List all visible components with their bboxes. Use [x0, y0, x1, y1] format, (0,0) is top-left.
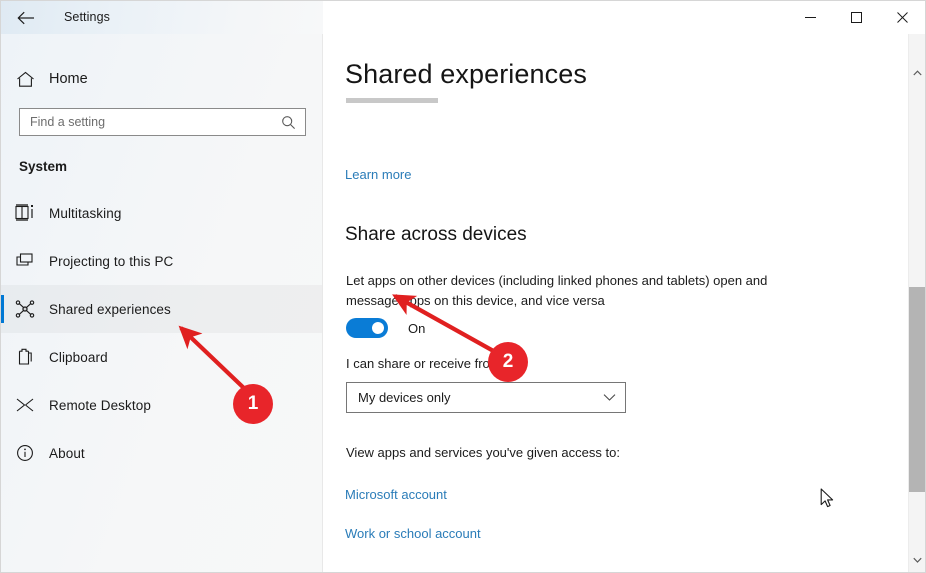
title-bar-accent — [1, 1, 323, 34]
toggle-state-label: On — [408, 320, 426, 336]
sidebar-item-home[interactable]: Home — [1, 59, 322, 99]
search-input[interactable] — [20, 109, 275, 135]
sidebar: Home System — [1, 34, 323, 572]
access-list-label: View apps and services you've given acce… — [346, 445, 620, 460]
chevron-down-icon — [912, 550, 922, 568]
work-or-school-account-link[interactable]: Work or school account — [345, 526, 481, 541]
learn-more-link[interactable]: Learn more — [345, 167, 411, 182]
page-title: Shared experiences — [345, 59, 587, 89]
multitasking-icon — [1, 204, 49, 222]
sidebar-item-label: About — [49, 445, 85, 461]
window-controls — [787, 1, 925, 33]
chevron-down-icon — [593, 393, 625, 402]
search-icon — [275, 115, 305, 130]
share-across-devices-toggle[interactable] — [346, 318, 388, 338]
sidebar-item-projecting-to-this-pc[interactable]: Projecting to this PC — [1, 237, 322, 285]
share-from-selected-value: My devices only — [358, 390, 451, 405]
chevron-up-icon — [912, 63, 922, 81]
maximize-icon — [850, 11, 862, 23]
section-heading-share-across-devices: Share across devices — [345, 224, 527, 245]
clipboard-icon — [1, 348, 49, 366]
sidebar-item-shared-experiences[interactable]: Shared experiences — [1, 285, 322, 333]
home-label: Home — [49, 71, 88, 87]
settings-window: Settings Home Find a setting System Mult… — [0, 0, 926, 573]
close-button[interactable] — [879, 1, 925, 33]
sidebar-item-remote-desktop[interactable]: Remote Desktop — [1, 381, 322, 429]
microsoft-account-link[interactable]: Microsoft account — [345, 487, 447, 502]
content-pane: Shared experiences Learn more Share acro… — [324, 34, 925, 572]
remote-desktop-icon — [1, 396, 49, 414]
scrollbar-up-button[interactable] — [909, 63, 925, 80]
sidebar-item-label: Multitasking — [49, 205, 122, 221]
app-title: Settings — [64, 10, 110, 24]
minimize-icon — [804, 12, 816, 23]
shared-experiences-icon — [1, 300, 49, 318]
sidebar-item-label: Clipboard — [49, 349, 108, 365]
back-button[interactable] — [9, 3, 43, 33]
close-icon — [896, 11, 908, 23]
projecting-icon — [1, 252, 49, 270]
sidebar-item-label: Shared experiences — [49, 301, 171, 317]
home-icon — [1, 71, 49, 88]
toggle-knob — [372, 322, 384, 334]
scrollbar-down-button[interactable] — [909, 550, 925, 567]
share-toggle-row: On — [346, 318, 425, 338]
sidebar-item-about[interactable]: About — [1, 429, 322, 477]
sidebar-item-label: Remote Desktop — [49, 397, 151, 413]
sidebar-item-label: Projecting to this PC — [49, 253, 174, 269]
scrollbar-track[interactable] — [909, 80, 925, 550]
back-arrow-icon — [17, 11, 35, 25]
search-box[interactable] — [19, 108, 306, 136]
sidebar-item-clipboard[interactable]: Clipboard — [1, 333, 322, 381]
title-bar: Settings — [1, 1, 925, 34]
scrollbar-thumb[interactable] — [909, 287, 925, 492]
share-from-dropdown[interactable]: My devices only — [346, 382, 626, 413]
share-from-label: I can share or receive from — [346, 356, 501, 371]
info-icon — [1, 444, 49, 462]
minimize-button[interactable] — [787, 1, 833, 33]
sidebar-nav-list: Multitasking Projecting to this PC Share… — [1, 189, 322, 477]
maximize-button[interactable] — [833, 1, 879, 33]
title-underline — [346, 98, 438, 103]
sidebar-group-title: System — [19, 159, 68, 174]
selection-indicator — [1, 295, 4, 323]
vertical-scrollbar[interactable] — [908, 34, 925, 572]
share-description: Let apps on other devices (including lin… — [346, 273, 768, 308]
sidebar-item-multitasking[interactable]: Multitasking — [1, 189, 322, 237]
